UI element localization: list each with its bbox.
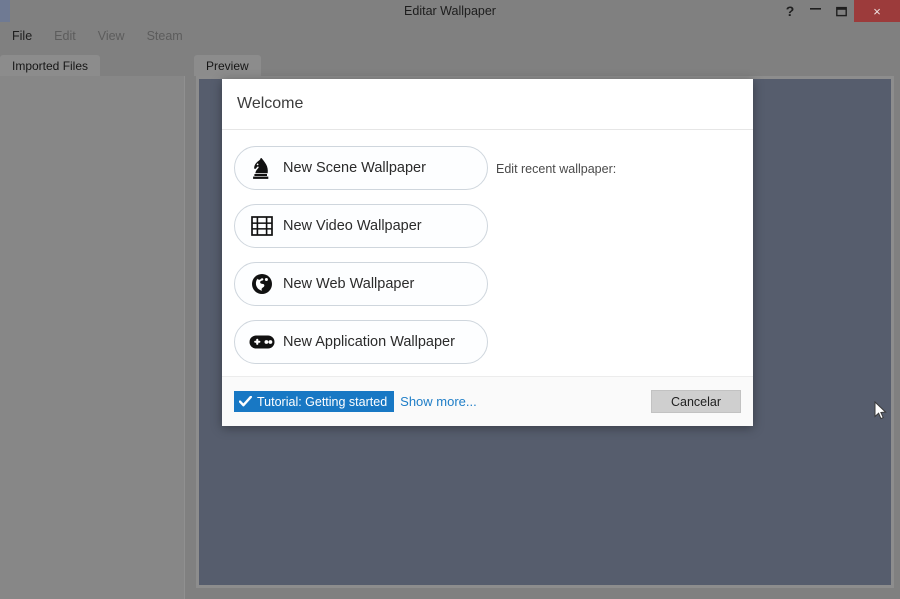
window-controls: ? ×	[778, 0, 900, 22]
tab-preview[interactable]: Preview	[194, 55, 261, 76]
application-window: Editar Wallpaper ? × File Edit View Stea…	[0, 0, 900, 599]
menu-item-edit[interactable]: Edit	[54, 29, 76, 43]
help-button[interactable]: ?	[778, 0, 802, 22]
right-tab-strip: Preview	[188, 55, 900, 76]
menu-item-steam[interactable]: Steam	[147, 29, 183, 43]
globe-icon	[249, 271, 275, 297]
close-button[interactable]: ×	[854, 0, 900, 22]
wallpaper-type-list: New Scene Wallpaper New Video Wallpaper	[222, 146, 488, 376]
recent-wallpaper-label: Edit recent wallpaper:	[496, 162, 617, 176]
new-video-wallpaper-button[interactable]: New Video Wallpaper	[234, 204, 488, 248]
gamepad-icon	[249, 329, 275, 355]
imported-files-panel: Imported Files	[0, 55, 185, 599]
new-web-wallpaper-button[interactable]: New Web Wallpaper	[234, 262, 488, 306]
tab-imported-files[interactable]: Imported Files	[0, 55, 101, 76]
cancel-button[interactable]: Cancelar	[651, 390, 741, 413]
minimize-button[interactable]	[802, 0, 828, 22]
new-scene-wallpaper-button[interactable]: New Scene Wallpaper	[234, 146, 488, 190]
welcome-dialog: Welcome New Scene Wallpaper New Video Wa…	[222, 79, 753, 426]
title-bar: Editar Wallpaper ? ×	[0, 0, 900, 22]
dialog-title: Welcome	[237, 95, 304, 112]
window-title: Editar Wallpaper	[404, 4, 496, 18]
dialog-body: New Scene Wallpaper New Video Wallpaper	[222, 130, 753, 376]
choice-label: New Scene Wallpaper	[283, 160, 426, 176]
recent-wallpaper-section: Edit recent wallpaper:	[488, 146, 753, 376]
choice-label: New Video Wallpaper	[283, 218, 422, 234]
choice-label: New Application Wallpaper	[283, 334, 455, 350]
dialog-header: Welcome	[222, 79, 753, 130]
imported-files-list[interactable]	[0, 76, 185, 599]
left-tab-strip: Imported Files	[0, 55, 185, 76]
menu-item-file[interactable]: File	[12, 29, 32, 43]
tutorial-label: Tutorial: Getting started	[257, 394, 388, 409]
menu-bar: File Edit View Steam	[0, 22, 900, 49]
chess-knight-icon	[249, 155, 275, 181]
menu-item-view[interactable]: View	[98, 29, 125, 43]
film-strip-icon	[249, 213, 275, 239]
new-application-wallpaper-button[interactable]: New Application Wallpaper	[234, 320, 488, 364]
maximize-button[interactable]	[828, 0, 854, 22]
show-more-link[interactable]: Show more...	[400, 394, 477, 409]
dialog-footer: Tutorial: Getting started Show more... C…	[222, 376, 753, 426]
tutorial-getting-started-button[interactable]: Tutorial: Getting started	[234, 391, 395, 412]
choice-label: New Web Wallpaper	[283, 276, 415, 292]
checkmark-icon	[239, 396, 252, 407]
